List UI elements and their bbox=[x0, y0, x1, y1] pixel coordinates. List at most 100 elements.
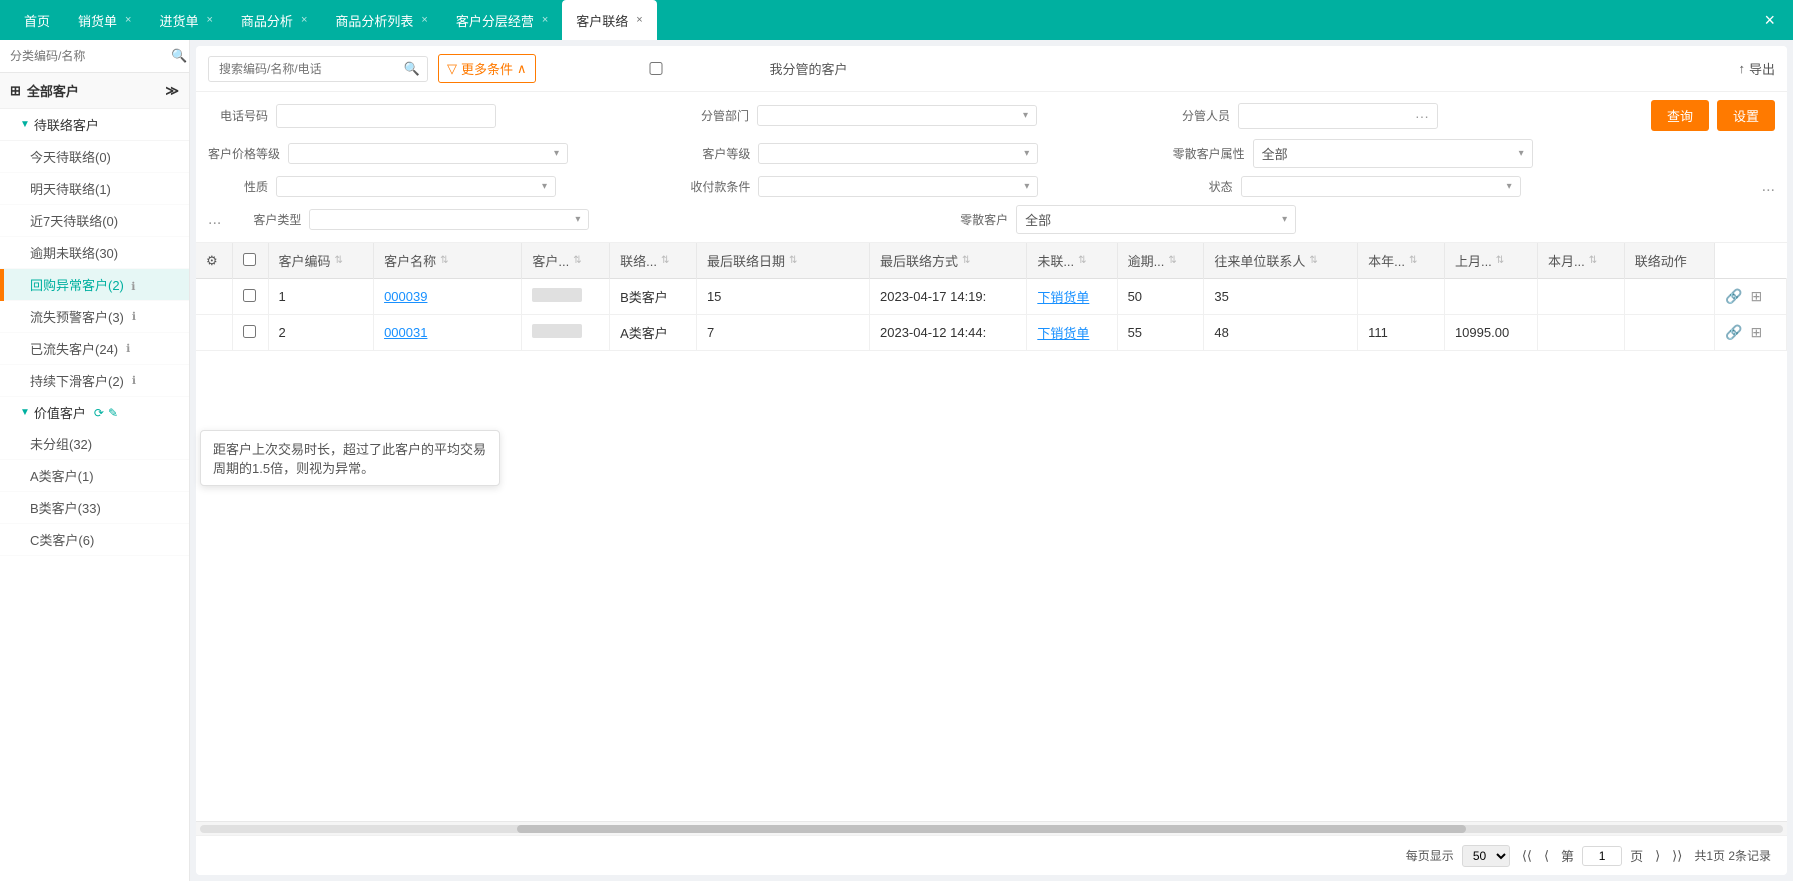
phone-label: 电话号码 bbox=[208, 107, 268, 124]
dept-select[interactable]: ▾ bbox=[757, 105, 1037, 126]
next-page-button[interactable]: ⟩ bbox=[1651, 846, 1664, 866]
sidebar-item-churned[interactable]: 已流失客户(24) ℹ bbox=[0, 333, 189, 365]
customer-type-select[interactable]: ▾ bbox=[309, 209, 589, 230]
retail-customer-select[interactable]: 全部 ▾ bbox=[1016, 205, 1296, 234]
collapse-right-icon[interactable]: ≫ bbox=[165, 83, 179, 99]
sidebar-item-ungrouped[interactable]: 未分组(32) bbox=[0, 428, 189, 460]
row-this-month bbox=[1624, 315, 1714, 351]
horizontal-scrollbar[interactable] bbox=[196, 821, 1787, 835]
link-icon[interactable]: 🔗 bbox=[1725, 288, 1742, 305]
tab-customer-contact[interactable]: 客户联络 × bbox=[562, 0, 656, 40]
grid-action-icon[interactable]: ⊞ bbox=[1750, 288, 1762, 305]
row-code[interactable]: 000031 bbox=[374, 315, 522, 351]
sidebar-item-overdue[interactable]: 逾期未联络(30) bbox=[0, 237, 189, 269]
col-this-month[interactable]: 本月... ⇅ bbox=[1537, 243, 1624, 279]
group-pending-contact[interactable]: ▼ 待联络客户 bbox=[0, 109, 189, 141]
row-last-contact-method[interactable]: 下销货单 bbox=[1027, 315, 1117, 351]
row-code[interactable]: 000039 bbox=[374, 279, 522, 315]
col-overdue[interactable]: 逾期... ⇅ bbox=[1117, 243, 1204, 279]
sidebar-item-tomorrow[interactable]: 明天待联络(1) bbox=[0, 173, 189, 205]
window-close-button[interactable]: × bbox=[1756, 10, 1783, 31]
close-icon[interactable]: × bbox=[301, 14, 307, 26]
my-customers-toggle[interactable]: 我分管的客户 bbox=[546, 59, 848, 78]
col-contact-person[interactable]: 往来单位联系人 ⇅ bbox=[1204, 243, 1358, 279]
row-last-contact-method[interactable]: 下销货单 bbox=[1027, 279, 1117, 315]
export-button[interactable]: ↑ 导出 bbox=[1738, 59, 1775, 78]
select-all-checkbox[interactable] bbox=[243, 253, 256, 266]
row4-more-dots-left[interactable]: ... bbox=[208, 211, 221, 229]
page-number-input[interactable] bbox=[1582, 846, 1622, 866]
query-button[interactable]: 查询 bbox=[1651, 100, 1709, 131]
col-checkbox[interactable] bbox=[232, 243, 268, 279]
prev-page-button[interactable]: ⟨ bbox=[1540, 846, 1553, 866]
tab-product-analysis-list[interactable]: 商品分析列表 × bbox=[321, 0, 441, 40]
person-label: 分管人员 bbox=[1170, 107, 1230, 124]
table-area[interactable]: ⚙ 客户编码 ⇅ 客户名称 bbox=[196, 243, 1787, 821]
row-checkbox[interactable] bbox=[243, 289, 256, 302]
sidebar-search-input[interactable] bbox=[10, 49, 165, 63]
sidebar-item-declining[interactable]: 持续下滑客户(2) ℹ bbox=[0, 365, 189, 397]
col-settings[interactable]: ⚙ bbox=[196, 243, 232, 279]
sort-icon: ⇅ bbox=[1078, 255, 1086, 266]
sidebar-item-repurchase-abnormal[interactable]: 回购异常客户(2) ℹ bbox=[4, 269, 189, 301]
col-no-contact-days[interactable]: 未联... ⇅ bbox=[1027, 243, 1117, 279]
search-button[interactable]: 🔍 bbox=[404, 61, 420, 77]
col-last-contact-method[interactable]: 最后联络方式 ⇅ bbox=[870, 243, 1027, 279]
edit-icon[interactable]: ✎ bbox=[108, 406, 118, 420]
tab-purchase-order[interactable]: 进货单 × bbox=[145, 0, 226, 40]
sidebar-item-grade-c[interactable]: C类客户(6) bbox=[0, 524, 189, 556]
sidebar-item-7days[interactable]: 近7天待联络(0) bbox=[0, 205, 189, 237]
sidebar-search-icon[interactable]: 🔍 bbox=[171, 48, 187, 64]
row-checkbox-cell[interactable] bbox=[232, 315, 268, 351]
col-last-month[interactable]: 上月... ⇅ bbox=[1444, 243, 1537, 279]
close-icon[interactable]: × bbox=[542, 14, 548, 26]
tab-product-analysis[interactable]: 商品分析 × bbox=[227, 0, 321, 40]
first-page-button[interactable]: ⟨⟨ bbox=[1518, 846, 1536, 866]
col-last-contact-date[interactable]: 最后联络日期 ⇅ bbox=[696, 243, 869, 279]
row-checkbox-cell[interactable] bbox=[232, 279, 268, 315]
close-icon[interactable]: × bbox=[421, 14, 427, 26]
status-select[interactable]: ▾ bbox=[1241, 176, 1521, 197]
close-icon[interactable]: × bbox=[206, 14, 212, 26]
scroll-thumb[interactable] bbox=[517, 825, 1467, 833]
col-name[interactable]: 客户名称 ⇅ bbox=[374, 243, 522, 279]
price-grade-select[interactable]: ▾ bbox=[288, 143, 568, 164]
row-checkbox[interactable] bbox=[243, 325, 256, 338]
search-input[interactable] bbox=[208, 56, 428, 82]
col-code[interactable]: 客户编码 ⇅ bbox=[268, 243, 374, 279]
my-customers-checkbox[interactable] bbox=[546, 62, 766, 75]
close-icon[interactable]: × bbox=[125, 14, 131, 26]
payment-select[interactable]: ▾ bbox=[758, 176, 1038, 197]
col-grade[interactable]: 客户... ⇅ bbox=[522, 243, 610, 279]
more-conditions-button[interactable]: ▽ 更多条件 ∧ bbox=[438, 54, 536, 83]
settings-button[interactable]: 设置 bbox=[1717, 100, 1775, 131]
sidebar-item-grade-a[interactable]: A类客户(1) bbox=[0, 460, 189, 492]
export-icon: ↑ bbox=[1738, 61, 1745, 76]
tab-home[interactable]: 首页 bbox=[10, 0, 64, 40]
col-contact-count[interactable]: 联络... ⇅ bbox=[610, 243, 697, 279]
price-group-label[interactable]: 价值客户 bbox=[34, 403, 86, 422]
sort-icon: ⇅ bbox=[573, 255, 581, 266]
refresh-icon[interactable]: ⟳ bbox=[94, 406, 104, 420]
all-customers-section[interactable]: ⊞ 全部客户 ≫ bbox=[0, 73, 189, 109]
last-page-button[interactable]: ⟩⟩ bbox=[1668, 846, 1686, 866]
tab-sales-order[interactable]: 销货单 × bbox=[64, 0, 145, 40]
retail-attr-select[interactable]: 全部 ▾ bbox=[1253, 139, 1533, 168]
chevron-down-icon: ▾ bbox=[1282, 214, 1287, 225]
gender-select[interactable]: ▾ bbox=[276, 176, 556, 197]
sidebar-item-today[interactable]: 今天待联络(0) bbox=[0, 141, 189, 173]
customer-grade-select[interactable]: ▾ bbox=[758, 143, 1038, 164]
phone-input[interactable] bbox=[276, 104, 496, 128]
per-page-select[interactable]: 50 bbox=[1462, 845, 1510, 867]
close-icon[interactable]: × bbox=[636, 14, 642, 26]
more-dots-icon[interactable]: ··· bbox=[1415, 108, 1429, 124]
col-this-year[interactable]: 本年... ⇅ bbox=[1358, 243, 1445, 279]
sidebar-item-churn-warning[interactable]: 流失预警客户(3) ℹ bbox=[0, 301, 189, 333]
row3-more-dots[interactable]: ... bbox=[1762, 178, 1775, 196]
grid-action-icon[interactable]: ⊞ bbox=[1750, 324, 1762, 341]
person-select[interactable]: ··· bbox=[1238, 103, 1438, 129]
settings-icon[interactable]: ⚙ bbox=[206, 253, 218, 268]
sidebar-item-grade-b[interactable]: B类客户(33) bbox=[0, 492, 189, 524]
link-icon[interactable]: 🔗 bbox=[1725, 324, 1742, 341]
tab-customer-tier[interactable]: 客户分层经营 × bbox=[442, 0, 562, 40]
